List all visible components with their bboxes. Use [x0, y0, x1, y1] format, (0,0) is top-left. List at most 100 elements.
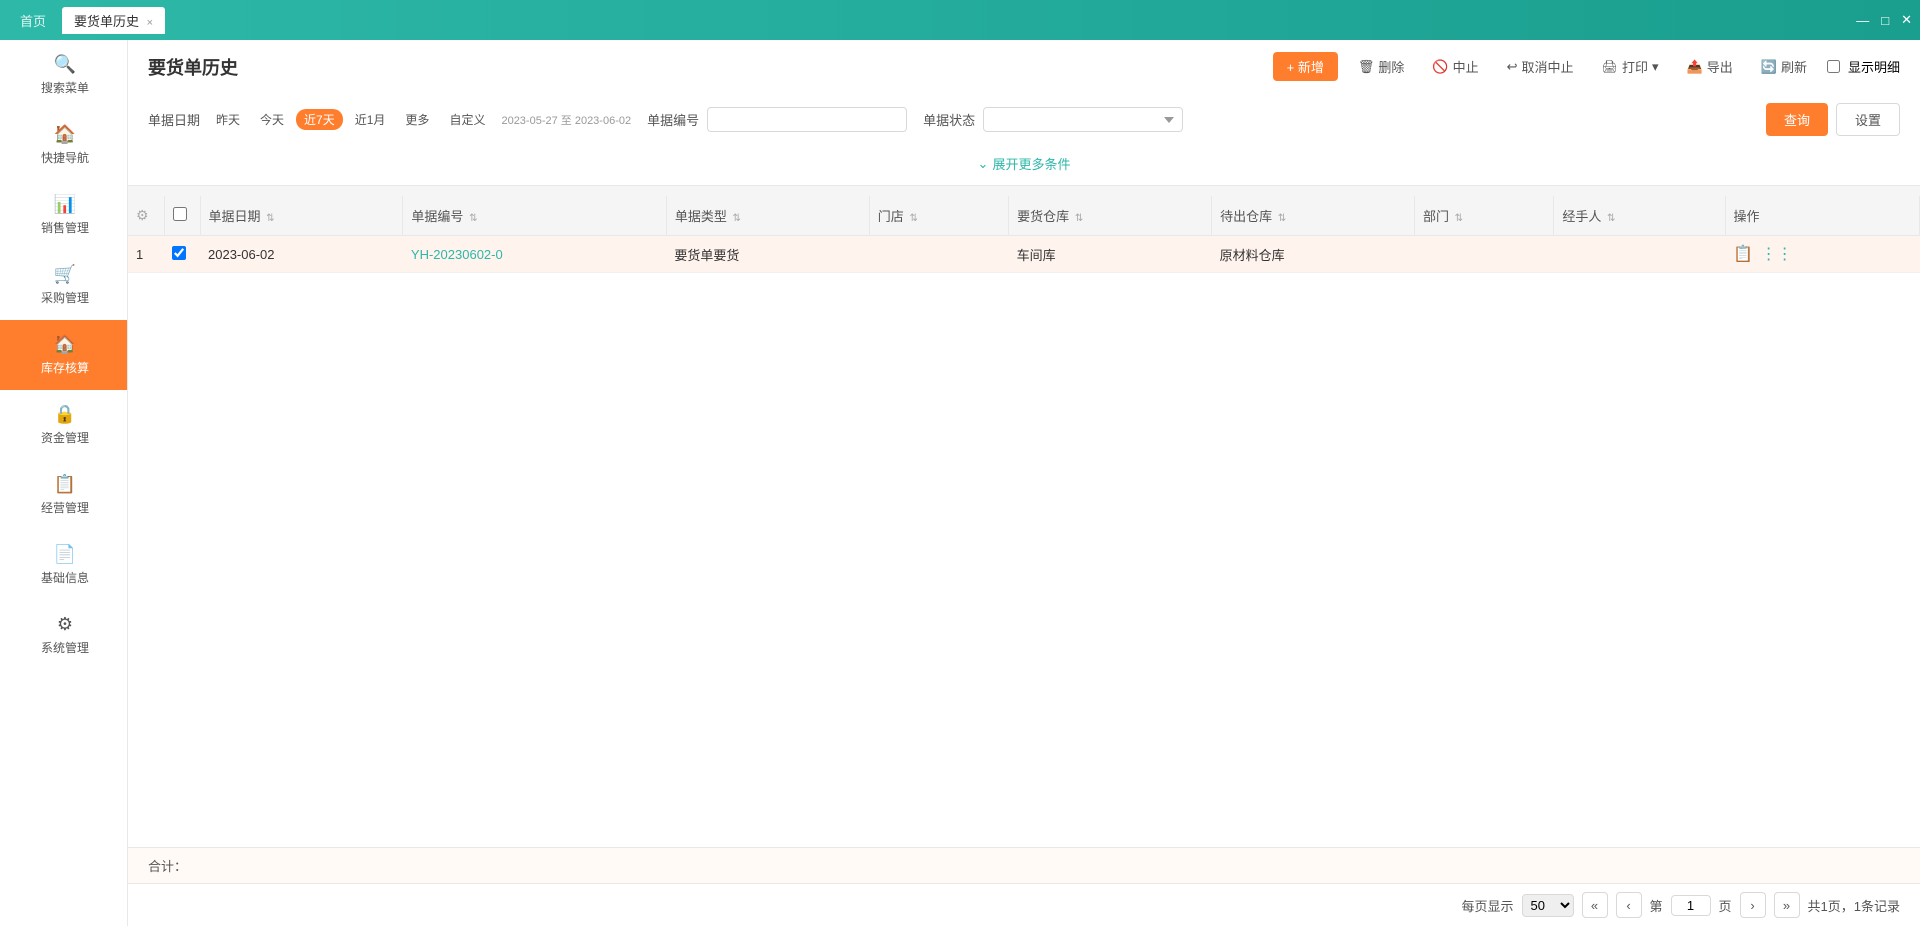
- table-head: ⚙ 单据日期 ⇅ 单据编号 ⇅: [128, 196, 1920, 236]
- delete-button[interactable]: 🗑 删除: [1350, 53, 1413, 80]
- table-empty-space: [128, 273, 1920, 847]
- date-buttons: 昨天 今天 近7天 近1月 更多 自定义: [208, 109, 493, 130]
- table-area: ⚙ 单据日期 ⇅ 单据编号 ⇅: [128, 196, 1920, 883]
- row-doc-type: 要货单要货: [666, 236, 869, 273]
- sidebar-item-inventory[interactable]: 🏠 库存核算: [0, 320, 127, 390]
- th-req-warehouse: 要货仓库 ⇅: [1009, 196, 1212, 236]
- display-detail-checkbox[interactable]: [1827, 60, 1840, 73]
- sort-doc-type-icon[interactable]: ⇅: [733, 213, 741, 224]
- doc-no-filter-group: 单据编号: [647, 107, 907, 132]
- row-edit-icon[interactable]: ⋮⋮: [1761, 246, 1793, 263]
- row-num: 1: [128, 236, 164, 273]
- th-doc-type: 单据类型 ⇅: [666, 196, 869, 236]
- print-button[interactable]: 🖨 打印 ▾: [1594, 53, 1667, 80]
- tab-close-icon[interactable]: ×: [147, 17, 153, 29]
- sort-handler-icon[interactable]: ⇅: [1607, 213, 1615, 224]
- date-btn-1month[interactable]: 近1月: [347, 109, 394, 130]
- sidebar-label-sales: 销售管理: [41, 219, 89, 236]
- doc-no-input[interactable]: [707, 107, 907, 132]
- finance-icon: 🔒: [54, 404, 76, 425]
- close-btn[interactable]: ✕: [1901, 12, 1912, 28]
- sort-doc-date-icon[interactable]: ⇅: [266, 213, 274, 224]
- sidebar-item-basic-info[interactable]: 📄 基础信息: [0, 530, 127, 600]
- expand-more-btn[interactable]: ⌄ 展开更多条件: [978, 150, 1071, 177]
- sidebar-label-system: 系统管理: [41, 639, 89, 656]
- print-icon: 🖨: [1602, 59, 1619, 75]
- doc-no-link[interactable]: YH-20230602-0: [411, 247, 503, 262]
- sort-req-warehouse-icon[interactable]: ⇅: [1075, 213, 1083, 224]
- th-handler: 经手人 ⇅: [1554, 196, 1725, 236]
- doc-no-label: 单据编号: [647, 110, 699, 129]
- settings-button[interactable]: 设置: [1836, 103, 1900, 136]
- th-gear: ⚙: [128, 196, 164, 236]
- tab-active[interactable]: 要货单历史 ×: [62, 7, 165, 34]
- status-select[interactable]: [983, 107, 1183, 132]
- sidebar: 🔍 搜索菜单 🏠 快捷导航 📊 销售管理 🛒 采购管理 🏠 库存核算 🔒 资金管…: [0, 40, 128, 926]
- sidebar-item-quick-nav[interactable]: 🏠 快捷导航: [0, 110, 127, 180]
- row-department: [1415, 236, 1554, 273]
- first-page-btn[interactable]: «: [1582, 892, 1608, 918]
- prev-page-btn[interactable]: ‹: [1616, 892, 1642, 918]
- th-store: 门店 ⇅: [869, 196, 1008, 236]
- date-btn-more[interactable]: 更多: [397, 109, 437, 130]
- stop-icon: 🚫: [1432, 59, 1448, 75]
- th-actions: 操作: [1725, 196, 1919, 236]
- minimize-btn[interactable]: —: [1856, 13, 1869, 28]
- th-pending-warehouse: 待出仓库 ⇅: [1212, 196, 1415, 236]
- table-footer: 合计：: [128, 847, 1920, 883]
- sidebar-label-inventory: 库存核算: [41, 359, 89, 376]
- page-number-input[interactable]: [1671, 895, 1711, 916]
- table-row: 1 2023-06-02 YH-20230602-0 要货单要货 车间库 原材料…: [128, 236, 1920, 273]
- main-layout: 🔍 搜索菜单 🏠 快捷导航 📊 销售管理 🛒 采购管理 🏠 库存核算 🔒 资金管…: [0, 40, 1920, 926]
- stop-button[interactable]: 🚫 中止: [1424, 53, 1486, 80]
- sidebar-item-finance[interactable]: 🔒 资金管理: [0, 390, 127, 460]
- date-range-text: 2023-05-27 至 2023-06-02: [501, 112, 631, 128]
- query-button[interactable]: 查询: [1766, 103, 1828, 136]
- summary-label: 合计：: [148, 859, 187, 874]
- date-filter-group: 单据日期 昨天 今天 近7天 近1月 更多 自定义 2023-05-27 至 2…: [148, 109, 631, 130]
- row-doc-date: 2023-06-02: [200, 236, 403, 273]
- sidebar-label-finance: 资金管理: [41, 429, 89, 446]
- sort-pending-warehouse-icon[interactable]: ⇅: [1278, 213, 1286, 224]
- sidebar-label-basic-info: 基础信息: [41, 569, 89, 586]
- date-btn-today[interactable]: 今天: [252, 109, 292, 130]
- filter-row: 单据日期 昨天 今天 近7天 近1月 更多 自定义 2023-05-27 至 2…: [148, 93, 1900, 146]
- maximize-btn[interactable]: □: [1881, 13, 1889, 28]
- sidebar-item-system[interactable]: ⚙ 系统管理: [0, 600, 127, 670]
- gear-icon[interactable]: ⚙: [136, 207, 149, 223]
- toolbar: + 新增 🗑 删除 🚫 中止 ↩ 取消中止 🖨: [1273, 52, 1900, 81]
- display-detail-toggle[interactable]: 显示明细: [1827, 57, 1900, 76]
- date-btn-custom[interactable]: 自定义: [441, 109, 493, 130]
- page-size-select[interactable]: 10 20 50 100: [1522, 894, 1574, 917]
- new-button[interactable]: + 新增: [1273, 52, 1338, 81]
- sidebar-label-purchase: 采购管理: [41, 289, 89, 306]
- sort-department-icon[interactable]: ⇅: [1455, 213, 1463, 224]
- quick-nav-icon: 🏠: [54, 124, 76, 145]
- refresh-button[interactable]: 🔄 刷新: [1753, 53, 1815, 80]
- sidebar-item-operations[interactable]: 📋 经营管理: [0, 460, 127, 530]
- expand-icon: ⌄: [978, 156, 989, 172]
- sidebar-item-sales[interactable]: 📊 销售管理: [0, 180, 127, 250]
- print-dropdown-icon: ▾: [1652, 59, 1659, 75]
- row-view-icon[interactable]: 📋: [1733, 246, 1753, 263]
- basic-info-icon: 📄: [54, 544, 76, 565]
- cancel-stop-button[interactable]: ↩ 取消中止: [1499, 53, 1582, 80]
- row-checkbox[interactable]: [172, 246, 186, 260]
- next-page-btn[interactable]: ›: [1740, 892, 1766, 918]
- sidebar-item-search-menu[interactable]: 🔍 搜索菜单: [0, 40, 127, 110]
- expand-more-row: ⌄ 展开更多条件: [148, 146, 1900, 185]
- sidebar-item-purchase[interactable]: 🛒 采购管理: [0, 250, 127, 320]
- sort-doc-no-icon[interactable]: ⇅: [469, 213, 477, 224]
- tab-home[interactable]: 首页: [8, 7, 58, 34]
- date-btn-yesterday[interactable]: 昨天: [208, 109, 248, 130]
- sort-store-icon[interactable]: ⇅: [909, 213, 917, 224]
- date-btn-7days[interactable]: 近7天: [296, 109, 343, 130]
- th-department: 部门 ⇅: [1415, 196, 1554, 236]
- export-button[interactable]: 📤 导出: [1679, 53, 1741, 80]
- row-doc-no: YH-20230602-0: [403, 236, 666, 273]
- page-title-row: 要货单历史 + 新增 🗑 删除 🚫 中止 ↩ 取消中止: [148, 52, 1900, 81]
- th-doc-no: 单据编号 ⇅: [403, 196, 666, 236]
- select-all-checkbox[interactable]: [173, 207, 187, 221]
- purchase-icon: 🛒: [54, 264, 76, 285]
- last-page-btn[interactable]: »: [1774, 892, 1800, 918]
